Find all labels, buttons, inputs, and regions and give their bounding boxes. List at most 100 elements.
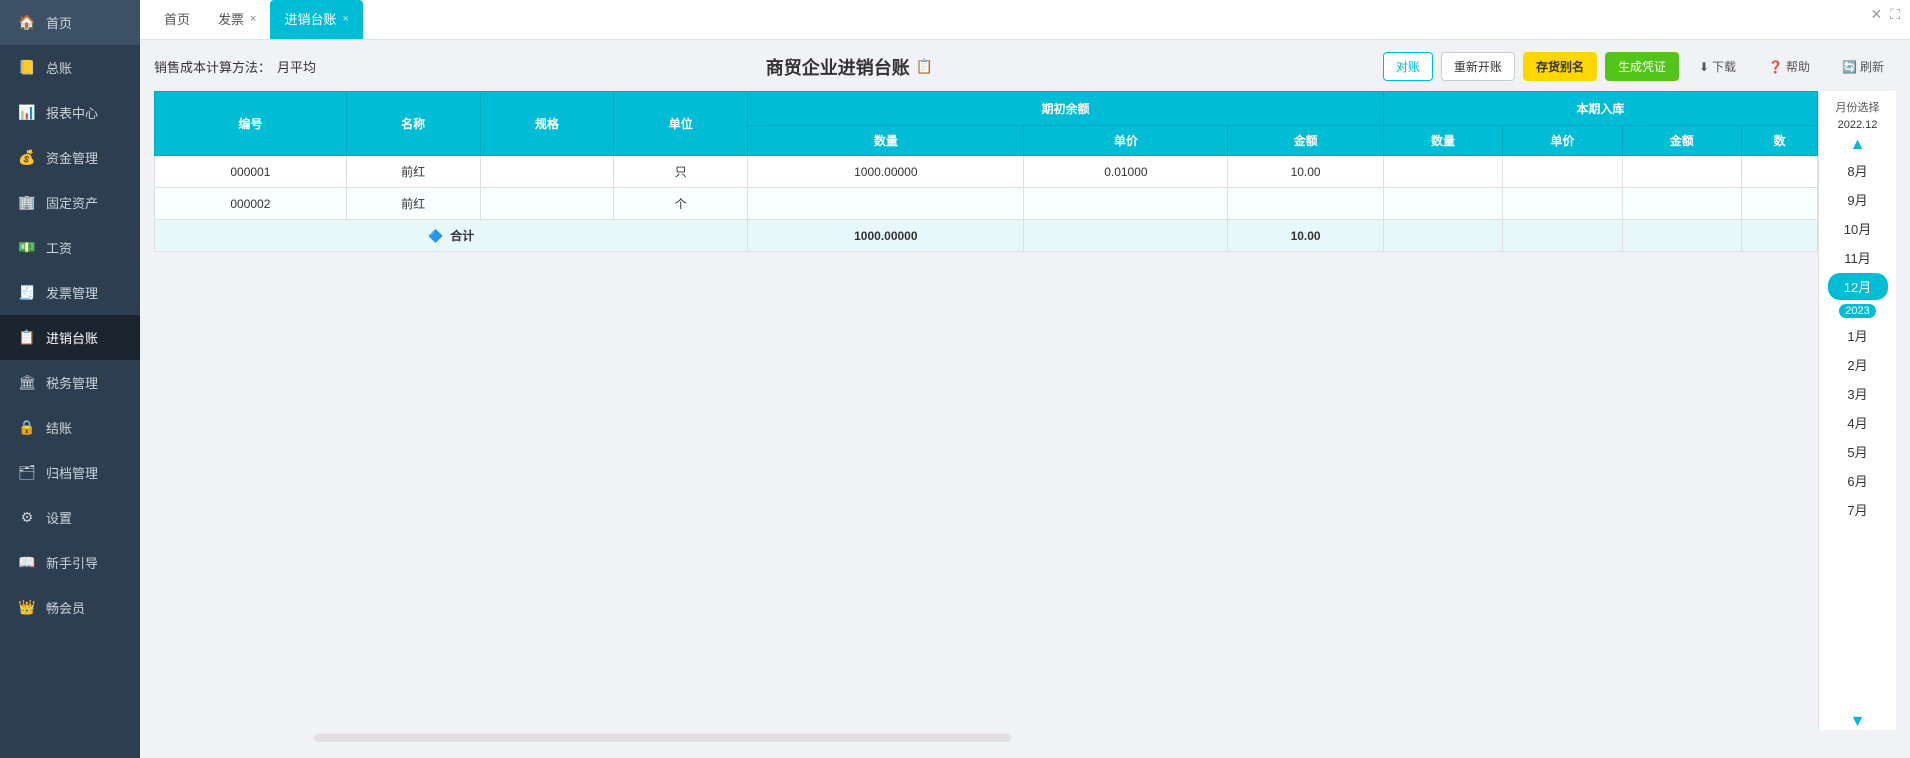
match-button[interactable]: 对账 <box>1383 52 1433 81</box>
total-in-amount <box>1622 220 1741 252</box>
tab-invoice-label: 发票 <box>218 9 244 28</box>
sidebar-label-ledger: 总账 <box>46 58 72 77</box>
sidebar-item-archive[interactable]: 🗂 归档管理 <box>0 450 140 495</box>
download-button[interactable]: ⬇ 下载 <box>1687 53 1748 80</box>
sidebar-item-salary[interactable]: 💵 工资 <box>0 225 140 270</box>
refresh-button[interactable]: 🔄 刷新 <box>1830 53 1896 80</box>
month-3[interactable]: 3月 <box>1828 380 1888 407</box>
sidebar-item-ledger[interactable]: 📒 总账 <box>0 45 140 90</box>
month-panel-title: 月份选择 <box>1836 99 1880 115</box>
vip-icon: 👑 <box>18 599 36 616</box>
tab-home[interactable]: 首页 <box>150 0 204 39</box>
sidebar-item-vip[interactable]: 👑 畅会员 <box>0 585 140 630</box>
page-title: 商贸企业进销台账 <box>766 54 910 80</box>
month-2[interactable]: 2月 <box>1828 351 1888 378</box>
cell-no: 000002 <box>155 188 347 220</box>
year-2023-badge: 2023 <box>1839 304 1875 318</box>
month-6[interactable]: 6月 <box>1828 467 1888 494</box>
cell-begin-qty: 1000.00000 <box>748 156 1024 188</box>
cell-spec <box>480 188 614 220</box>
month-8[interactable]: 8月 <box>1828 157 1888 184</box>
cell-unit: 个 <box>614 188 748 220</box>
content-area: 销售成本计算方法： 月平均 商贸企业进销台账 📋 对账 重新开账 存货别名 生成… <box>140 40 1910 758</box>
month-9[interactable]: 9月 <box>1828 186 1888 213</box>
col-name-header: 名称 <box>346 92 480 156</box>
funds-icon: 💰 <box>18 149 36 166</box>
total-icon: 🔷 <box>428 229 443 243</box>
total-label: 🔷 合计 <box>155 220 748 252</box>
col-unit-header: 单位 <box>614 92 748 156</box>
tab-inventory[interactable]: 进销台账 × <box>270 0 362 39</box>
sidebar-label-salary: 工资 <box>46 238 72 257</box>
cell-no: 000001 <box>155 156 347 188</box>
tab-home-label: 首页 <box>164 9 190 28</box>
cell-in-qty <box>1383 156 1502 188</box>
reopen-button[interactable]: 重新开账 <box>1441 52 1515 81</box>
home-icon: 🏠 <box>18 14 36 31</box>
close-account-icon: 🔒 <box>18 419 36 436</box>
sidebar-item-home[interactable]: 🏠 首页 <box>0 0 140 45</box>
sidebar-label-settings: 设置 <box>46 508 72 527</box>
cell-name[interactable]: 前红 <box>346 188 480 220</box>
sidebar-item-settings[interactable]: ⚙ 设置 <box>0 495 140 540</box>
sidebar-label-inventory: 进销台账 <box>46 328 98 347</box>
tab-invoice[interactable]: 发票 × <box>204 0 270 39</box>
window-controls: ✕ ⛶ <box>1870 6 1900 23</box>
cell-begin-qty <box>748 188 1024 220</box>
window-expand-button[interactable]: ⛶ <box>1890 6 1900 23</box>
month-12[interactable]: 12月 <box>1828 273 1888 300</box>
total-begin-amount: 10.00 <box>1228 220 1384 252</box>
save-alias-button[interactable]: 存货别名 <box>1523 52 1597 81</box>
month-panel-year: 2022.12 <box>1838 119 1878 131</box>
page-title-area: 商贸企业进销台账 📋 <box>766 54 933 80</box>
cell-spec <box>480 156 614 188</box>
month-scroll-down[interactable]: ▼ <box>1850 714 1866 730</box>
month-7[interactable]: 7月 <box>1828 496 1888 523</box>
window-close-button[interactable]: ✕ <box>1870 6 1882 23</box>
total-text: 合计 <box>450 229 474 243</box>
horizontal-scrollbar <box>154 734 1896 746</box>
sidebar-label-home: 首页 <box>46 13 72 32</box>
tax-icon: 🏛 <box>18 374 36 391</box>
download-icon: ⬇ <box>1699 60 1709 74</box>
generate-voucher-button[interactable]: 生成凭证 <box>1605 52 1679 81</box>
tab-inventory-close[interactable]: × <box>342 13 348 25</box>
sidebar-item-reports[interactable]: 📊 报表中心 <box>0 90 140 135</box>
sidebar-item-invoice[interactable]: 🧾 发票管理 <box>0 270 140 315</box>
cell-in-extra <box>1741 188 1817 220</box>
month-5[interactable]: 5月 <box>1828 438 1888 465</box>
col-begin-amount-header: 金额 <box>1228 126 1384 156</box>
table-row: 000002 前红 个 <box>155 188 1818 220</box>
month-10[interactable]: 10月 <box>1828 215 1888 242</box>
tab-bar: 首页 发票 × 进销台账 × ✕ ⛶ <box>140 0 1910 40</box>
inventory-icon: 📋 <box>18 329 36 346</box>
assets-icon: 🏢 <box>18 194 36 211</box>
sidebar-item-guide[interactable]: 📖 新手引导 <box>0 540 140 585</box>
salary-icon: 💵 <box>18 239 36 256</box>
sidebar-item-inventory[interactable]: 📋 进销台账 <box>0 315 140 360</box>
sidebar-label-close: 结账 <box>46 418 72 437</box>
settings-icon: ⚙ <box>18 509 36 526</box>
sidebar-item-assets[interactable]: 🏢 固定资产 <box>0 180 140 225</box>
data-table-wrap: 编号 名称 规格 单位 期初余额 本期入库 数量 单价 金额 数量 <box>154 91 1818 730</box>
tab-inventory-label: 进销台账 <box>284 9 336 28</box>
total-begin-price <box>1024 220 1228 252</box>
month-11[interactable]: 11月 <box>1828 244 1888 271</box>
cell-begin-amount: 10.00 <box>1228 156 1384 188</box>
help-icon: ❓ <box>1768 60 1783 74</box>
tab-invoice-close[interactable]: × <box>250 13 256 25</box>
month-1[interactable]: 1月 <box>1828 322 1888 349</box>
col-no-header: 编号 <box>155 92 347 156</box>
sidebar-item-close[interactable]: 🔒 结账 <box>0 405 140 450</box>
guide-icon: 📖 <box>18 554 36 571</box>
table-row: 000001 前红 只 1000.00000 0.01000 10.00 <box>155 156 1818 188</box>
col-in-amount-header: 金额 <box>1622 126 1741 156</box>
month-scroll-up[interactable]: ▲ <box>1850 137 1866 153</box>
sidebar-item-tax[interactable]: 🏛 税务管理 <box>0 360 140 405</box>
month-4[interactable]: 4月 <box>1828 409 1888 436</box>
sidebar-item-funds[interactable]: 💰 资金管理 <box>0 135 140 180</box>
refresh-icon: 🔄 <box>1842 60 1857 74</box>
help-button[interactable]: ❓ 帮助 <box>1756 53 1822 80</box>
toolbar: 销售成本计算方法： 月平均 商贸企业进销台账 📋 对账 重新开账 存货别名 生成… <box>154 52 1896 81</box>
cell-name[interactable]: 前红 <box>346 156 480 188</box>
